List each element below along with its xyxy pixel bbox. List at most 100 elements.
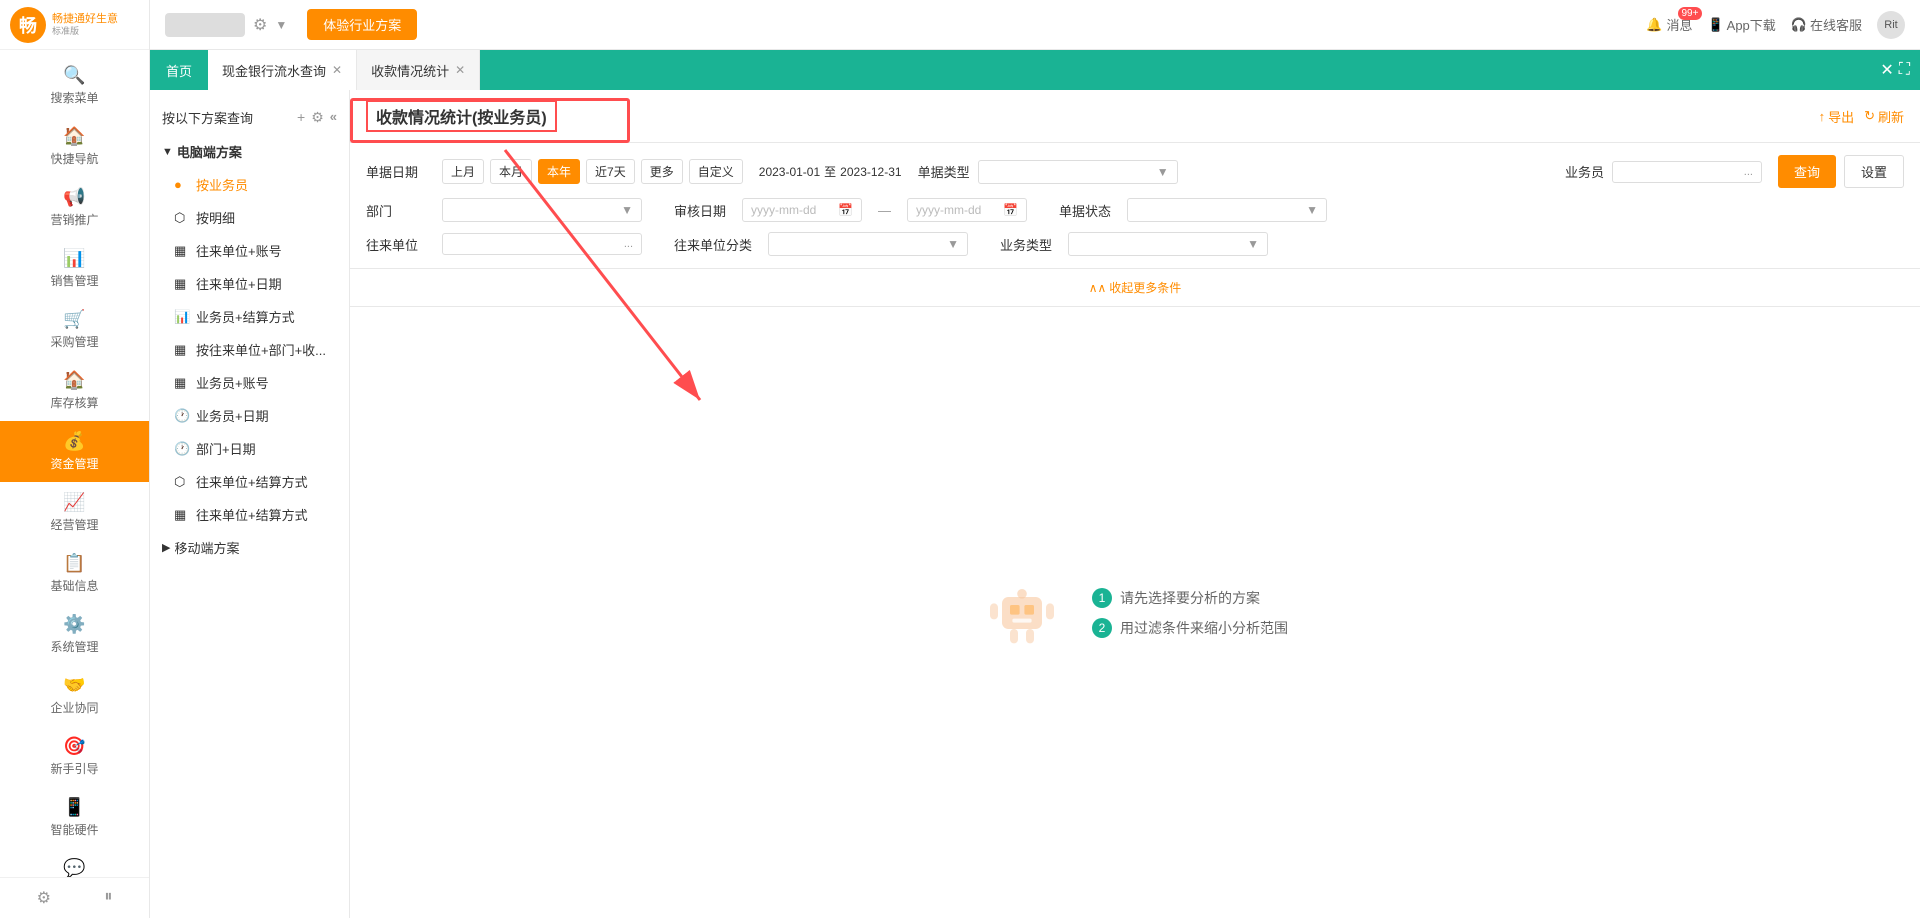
date-btn-custom[interactable]: 自定义 [689,159,743,184]
panel-header-title: 按以下方案查询 [162,108,297,127]
document-status-select[interactable]: ▼ [1127,198,1327,222]
tree-section-mobile[interactable]: ▶ 移动端方案 [150,531,349,564]
tab-close-bank[interactable]: ✕ [332,63,342,77]
document-type-select[interactable]: ▼ [978,160,1178,184]
trial-button[interactable]: 体验行业方案 [307,9,417,40]
panel-collapse-button[interactable]: « [330,109,337,126]
business-type-select[interactable]: ▼ [1068,232,1268,256]
sidebar-item-hardware[interactable]: 📱 智能硬件 [0,787,149,848]
filter-row-3: 往来单位 ... 往来单位分类 ▼ 业务类型 ▼ [366,232,1904,256]
sidebar-item-search[interactable]: 🔍 搜索菜单 [0,55,149,116]
panel-header-actions: + ⚙ « [297,109,337,126]
counterpart-more-icon[interactable]: ... [624,238,633,250]
date-btn-last-month[interactable]: 上月 [442,159,484,184]
notification-button[interactable]: 🔔 消息 99+ [1646,15,1692,34]
top-bar-left: ⚙ ▼ [165,13,287,37]
tab-close-all-icon[interactable]: ✕ [1880,60,1893,80]
sidebar-item-finance[interactable]: 💰 资金管理 [0,421,149,482]
export-button[interactable]: ↑ 导出 [1819,107,1855,126]
tip-number-1: 1 [1092,588,1112,608]
headset-icon: 🎧 [1791,17,1807,33]
tree-item-salesperson-date[interactable]: 🕐 业务员+日期 [150,399,349,432]
tree-item-by-detail[interactable]: ⬡ 按明细 [150,201,349,234]
tree-item-counterpart-settlement1[interactable]: ⬡ 往来单位+结算方式 [150,465,349,498]
counterpart-dept-icon: ▦ [174,342,190,358]
tree-item-salesperson-settlement[interactable]: 📊 业务员+结算方式 [150,300,349,333]
sidebar: 畅 畅捷通好生意 标准版 🔍 搜索菜单 🏠 快捷导航 📢 营销推广 📊 [0,0,150,918]
filter-settings-button[interactable]: 设置 [1844,155,1904,188]
date-btn-7days[interactable]: 近7天 [586,159,635,184]
salesperson-account-icon: ▦ [174,375,190,391]
sidebar-item-shortcut[interactable]: 🏠 快捷导航 [0,116,149,177]
enterprise-icon: 🤝 [63,675,85,696]
category-dropdown-arrow-icon: ▼ [947,237,959,251]
marketing-icon: 📢 [63,187,85,208]
sidebar-item-marketing[interactable]: 📢 营销推广 [0,177,149,238]
tab-expand-icon[interactable]: ⛶ [1899,61,1910,79]
salesperson-group: 业务员 ... [1565,161,1762,183]
sidebar-footer: ⚙ ⏸ [0,877,149,918]
counterpart-account-icon: ▦ [174,243,190,259]
scheme-settings-button[interactable]: ⚙ [311,109,324,126]
tab-close-receipt[interactable]: ✕ [455,63,465,77]
sidebar-item-wechat[interactable]: 💬 企业微信 [0,848,149,877]
tree-item-by-salesperson[interactable]: ● 按业务员 [150,168,349,201]
tree-item-dept-date[interactable]: 🕐 部门+日期 [150,432,349,465]
counterpart-label: 往来单位 [366,235,426,254]
page-title: 收款情况统计(按业务员) [366,100,557,132]
date-btn-this-month[interactable]: 本月 [490,159,532,184]
refresh-button[interactable]: ↻ 刷新 [1864,107,1904,126]
empty-state: 1 请先选择要分析的方案 2 用过滤条件来缩小分析范围 [982,573,1288,653]
online-service-button[interactable]: 🎧 在线客服 [1791,15,1862,34]
sidebar-item-guide[interactable]: 🎯 新手引导 [0,726,149,787]
query-button[interactable]: 查询 [1778,155,1836,188]
user-avatar[interactable]: Rit [1877,11,1905,39]
top-bar: ⚙ ▼ 体验行业方案 🔔 消息 99+ 📱 App下载 🎧 在线客服 [150,0,1920,50]
detail-icon: ⬡ [174,210,190,226]
collapse-bar: ∧∧ 收起更多条件 [350,269,1920,307]
add-scheme-button[interactable]: + [297,109,305,126]
mobile-section-arrow-icon: ▶ [162,541,170,554]
sidebar-item-inventory[interactable]: 🏠 库存核算 [0,360,149,421]
tab-bank[interactable]: 现金银行流水查询 ✕ [208,50,357,90]
app-download-button[interactable]: 📱 App下载 [1707,15,1775,34]
review-date-from-input[interactable]: yyyy-mm-dd 📅 [742,198,862,222]
sidebar-item-system[interactable]: ⚙️ 系统管理 [0,604,149,665]
download-icon: 📱 [1707,17,1723,33]
date-btn-this-year[interactable]: 本年 [538,159,580,184]
review-date-to-input[interactable]: yyyy-mm-dd 📅 [907,198,1027,222]
salesperson-input[interactable]: ... [1612,161,1762,183]
tree-item-counterpart-settlement2[interactable]: ▦ 往来单位+结算方式 [150,498,349,531]
chevron-down-icon[interactable]: ▼ [275,18,287,32]
notification-badge: 99+ [1678,7,1703,20]
filter-row-2: 部门 ▼ 审核日期 yyyy-mm-dd 📅 — yyyy-mm-dd [366,198,1904,222]
counterpart-category-select[interactable]: ▼ [768,232,968,256]
tree-section-desktop[interactable]: ▼ 电脑端方案 [150,135,349,168]
salesperson-more-icon[interactable]: ... [1744,166,1753,178]
logo-area: 畅 畅捷通好生意 标准版 [0,0,149,50]
sidebar-item-purchase[interactable]: 🛒 采购管理 [0,299,149,360]
tree-item-salesperson-account[interactable]: ▦ 业务员+账号 [150,366,349,399]
left-panel: 按以下方案查询 + ⚙ « ▼ 电脑端方案 ● 按业务员 ⬡ [150,90,350,918]
sidebar-item-sales[interactable]: 📊 销售管理 [0,238,149,299]
sidebar-collapse-button[interactable]: ⏸ [104,888,112,908]
date-btn-more[interactable]: 更多 [641,159,683,184]
empty-tips: 1 请先选择要分析的方案 2 用过滤条件来缩小分析范围 [1092,588,1288,638]
sidebar-item-basic[interactable]: 📋 基础信息 [0,543,149,604]
settings-icon[interactable]: ⚙ [253,15,267,35]
collapse-button[interactable]: ∧∧ 收起更多条件 [1089,279,1182,296]
tree-item-counterpart-date[interactable]: ▦ 往来单位+日期 [150,267,349,300]
tip-number-2: 2 [1092,618,1112,638]
tree-item-by-counterpart-dept[interactable]: ▦ 按往来单位+部门+收... [150,333,349,366]
tree-item-counterpart-account[interactable]: ▦ 往来单位+账号 [150,234,349,267]
basic-icon: 📋 [63,553,85,574]
sidebar-settings-button[interactable]: ⚙ [37,888,51,908]
tab-receipt[interactable]: 收款情况统计 ✕ [357,50,480,90]
counterpart-input[interactable]: ... [442,233,642,255]
salesperson-settlement-icon: 📊 [174,309,190,325]
sidebar-item-enterprise[interactable]: 🤝 企业协同 [0,665,149,726]
sidebar-item-operation[interactable]: 📈 经营管理 [0,482,149,543]
department-select[interactable]: ▼ [442,198,642,222]
date-group: 上月 本月 本年 近7天 更多 自定义 [442,159,743,184]
tab-home[interactable]: 首页 [150,50,208,90]
